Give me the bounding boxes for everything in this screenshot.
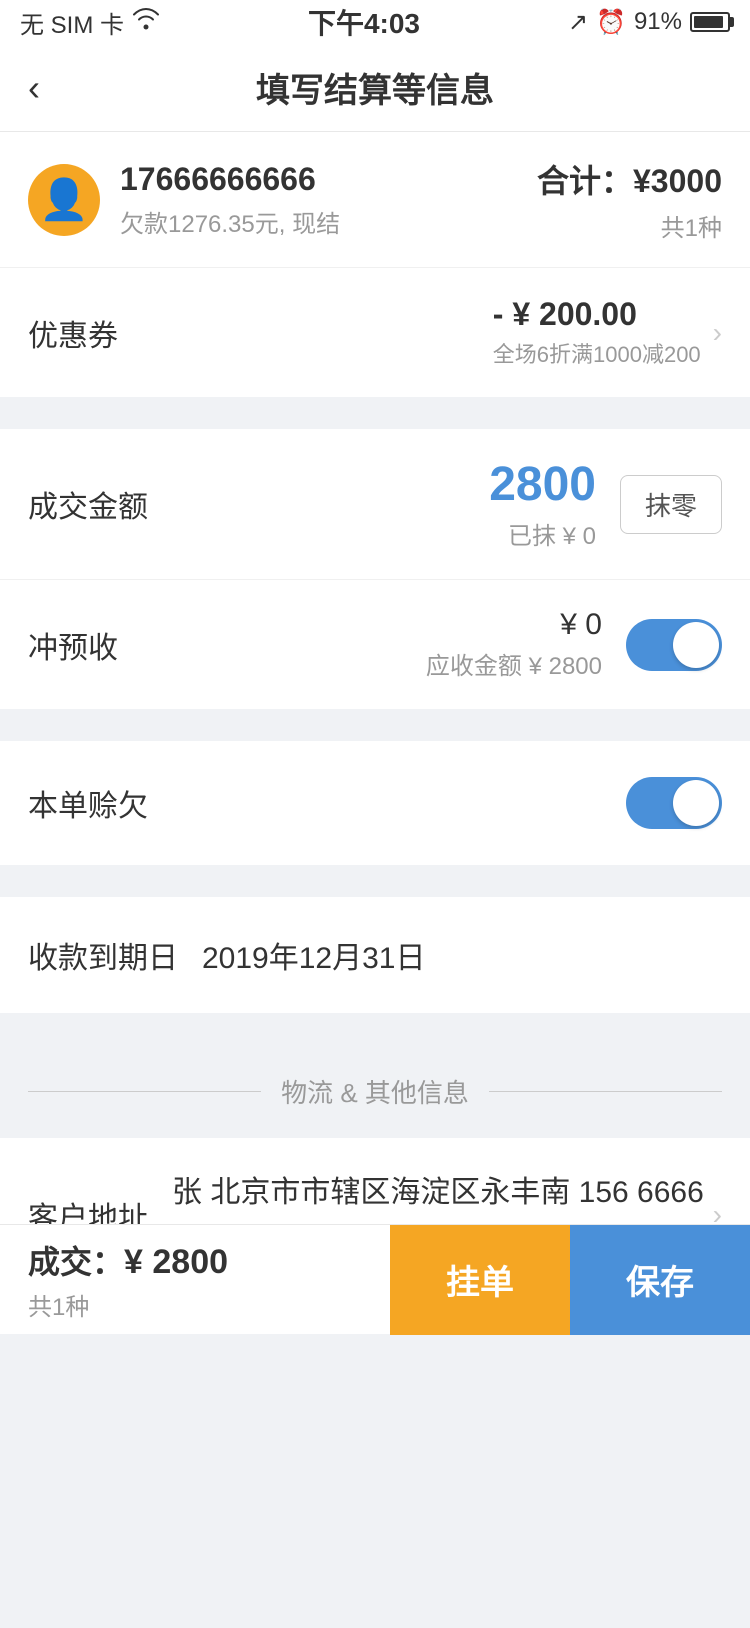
due-date-label: 收款到期日 [28, 933, 178, 977]
due-date-value: 2019年12月31日 [202, 933, 425, 977]
nav-bar: ‹ 填写结算等信息 [0, 44, 750, 132]
round-button[interactable]: 抹零 [620, 475, 722, 534]
credit-toggle[interactable] [626, 777, 722, 829]
avatar: 👤 [28, 164, 100, 236]
total-count: 共1种 [537, 208, 722, 243]
battery-icon [690, 12, 730, 32]
save-button[interactable]: 保存 [570, 1225, 750, 1335]
bottom-count: 共1种 [28, 1287, 362, 1322]
separator-4 [0, 1029, 750, 1045]
deal-right: 2800 已抹 ¥ 0 抹零 [489, 457, 722, 551]
avatar-icon: 👤 [39, 176, 89, 223]
prepay-amount-value: ¥ 0 [426, 608, 602, 642]
status-bar: 无 SIM 卡 下午4:03 ↗ ⏰ 91% [0, 0, 750, 44]
prepay-label: 冲预收 [28, 623, 118, 667]
customer-debt: 欠款1276.35元, 现结 [120, 204, 537, 239]
bottom-spacer [0, 1308, 750, 1508]
logistics-line-left [28, 1091, 261, 1092]
coupon-right: - ¥ 200.00 全场6折满1000减200 › [493, 296, 722, 369]
credit-label: 本单赊欠 [28, 781, 148, 825]
bottom-summary: 成交：¥ 2800 共1种 [0, 1237, 390, 1322]
customer-total: 合计：¥3000 共1种 [537, 156, 722, 243]
location-icon: ↗ [568, 8, 588, 37]
deal-amount-value: 2800 [489, 457, 596, 512]
coupon-row[interactable]: 优惠券 - ¥ 200.00 全场6折满1000减200 › [0, 268, 750, 397]
deal-amount-label: 成交金额 [28, 482, 148, 526]
credit-toggle-knob [673, 780, 719, 826]
battery-percent: 91% [634, 8, 682, 36]
prepay-row: 冲预收 ¥ 0 应收金额 ¥ 2800 [0, 580, 750, 709]
back-button[interactable]: ‹ [28, 67, 40, 109]
deal-amount-sub: 已抹 ¥ 0 [489, 516, 596, 551]
alarm-icon: ⏰ [596, 8, 626, 37]
bottom-bar: 成交：¥ 2800 共1种 挂单 保存 [0, 1224, 750, 1334]
due-date-section: 收款到期日 2019年12月31日 [0, 897, 750, 1013]
separator-1 [0, 413, 750, 429]
due-date-row: 收款到期日 2019年12月31日 [0, 897, 750, 1013]
customer-phone: 17666666666 [120, 161, 537, 198]
coupon-detail: 全场6折满1000减200 [493, 337, 701, 369]
customer-row: 👤 17666666666 欠款1276.35元, 现结 合计：¥3000 共1… [0, 132, 750, 268]
coupon-discount: - ¥ 200.00 [493, 296, 701, 333]
amount-section: 成交金额 2800 已抹 ¥ 0 抹零 冲预收 ¥ 0 应收金额 ¥ 2800 [0, 429, 750, 709]
credit-row: 本单赊欠 [0, 741, 750, 865]
prepay-right: ¥ 0 应收金额 ¥ 2800 [426, 608, 722, 681]
sim-label: 无 SIM 卡 [20, 5, 124, 40]
chevron-right-icon: › [713, 317, 722, 349]
deal-amount-row: 成交金额 2800 已抹 ¥ 0 抹零 [0, 429, 750, 580]
status-right: ↗ ⏰ 91% [568, 8, 730, 37]
logistics-header: 物流 & 其他信息 [0, 1045, 750, 1138]
deal-amount-wrap: 2800 已抹 ¥ 0 [489, 457, 596, 551]
credit-section: 本单赊欠 [0, 741, 750, 865]
logistics-text: 物流 & 其他信息 [281, 1073, 469, 1110]
separator-2 [0, 725, 750, 741]
prepay-sub: 应收金额 ¥ 2800 [426, 646, 602, 681]
prepay-amount-wrap: ¥ 0 应收金额 ¥ 2800 [426, 608, 602, 681]
prepay-toggle[interactable] [626, 619, 722, 671]
main-content: 👤 17666666666 欠款1276.35元, 现结 合计：¥3000 共1… [0, 132, 750, 1628]
page-title: 填写结算等信息 [256, 63, 494, 112]
hold-button[interactable]: 挂单 [390, 1225, 570, 1335]
bottom-deal-amount: ¥ 2800 [124, 1243, 228, 1281]
customer-info: 17666666666 欠款1276.35元, 现结 [120, 161, 537, 239]
separator-3 [0, 881, 750, 897]
toggle-knob [673, 622, 719, 668]
bottom-deal-label: 成交：¥ 2800 [28, 1237, 362, 1283]
total-amount: 合计：¥3000 [537, 156, 722, 202]
logistics-line-right [489, 1091, 722, 1092]
status-left: 无 SIM 卡 [20, 5, 160, 40]
status-time: 下午4:03 [308, 2, 420, 42]
wifi-icon [132, 8, 160, 36]
customer-section: 👤 17666666666 欠款1276.35元, 现结 合计：¥3000 共1… [0, 132, 750, 397]
coupon-info: - ¥ 200.00 全场6折满1000减200 [493, 296, 701, 369]
coupon-label: 优惠券 [28, 311, 118, 355]
